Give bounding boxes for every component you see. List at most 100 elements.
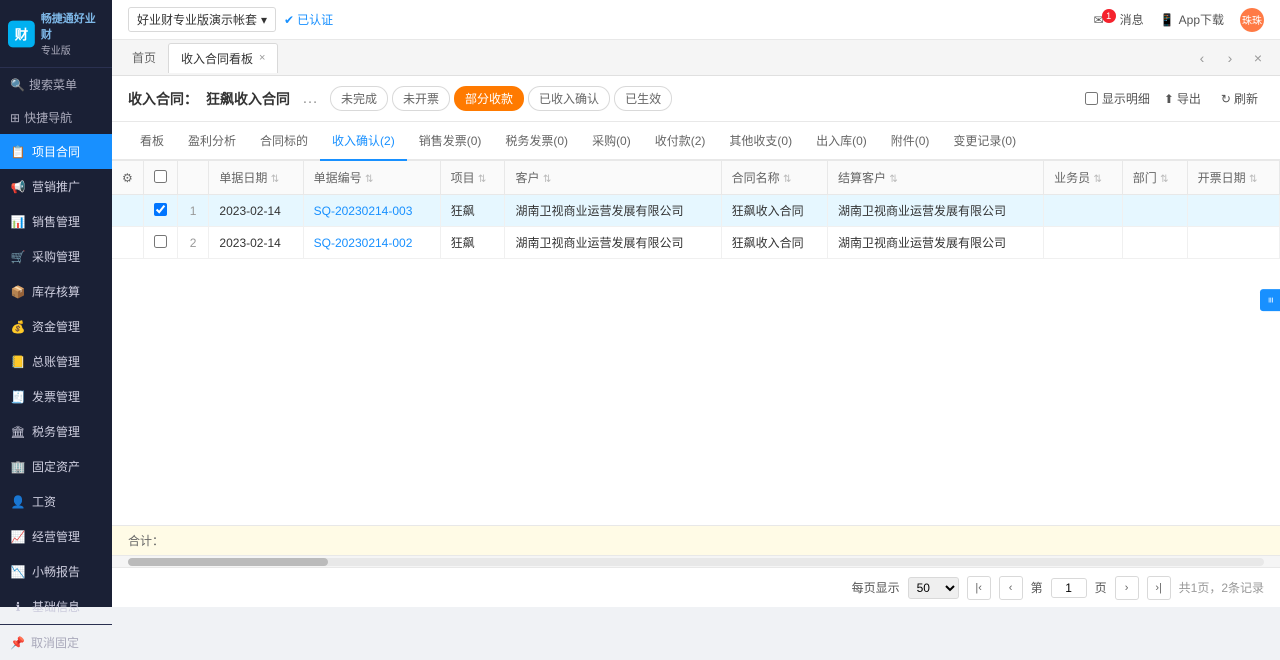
sidebar-item-purchase[interactable]: 🛒 采购管理	[0, 239, 112, 274]
notification-count: 1	[1102, 9, 1116, 23]
col-open-date[interactable]: 开票日期 ⇅	[1187, 161, 1279, 195]
message-action[interactable]: ✉ 1 消息	[1094, 11, 1144, 28]
chevron-down-icon: ▾	[261, 13, 267, 27]
row2-order-link[interactable]: SQ-20230214-002	[314, 236, 413, 250]
col-date[interactable]: 单据日期 ⇅	[209, 161, 303, 195]
show-detail-input[interactable]	[1085, 92, 1098, 105]
status-partial-received[interactable]: 部分收款	[454, 86, 524, 111]
page-number-input[interactable]	[1051, 578, 1087, 598]
col-project[interactable]: 项目 ⇅	[440, 161, 505, 195]
row1-dept	[1122, 195, 1187, 227]
row1-order-link[interactable]: SQ-20230214-003	[314, 204, 413, 218]
sub-tab-purchase[interactable]: 采购(0)	[580, 122, 643, 161]
col-dept[interactable]: 部门 ⇅	[1122, 161, 1187, 195]
page-header: 收入合同： 狂飙收入合同 … 未完成 未开票 部分收款 已收入确认 已生效	[112, 76, 1280, 122]
sub-tab-tax-invoice[interactable]: 税务发票(0)	[493, 122, 580, 161]
show-detail-checkbox[interactable]: 显示明细	[1085, 90, 1150, 107]
invoice-icon: 🧾	[10, 389, 26, 405]
topbar-left: 好业财专业版演示帐套 ▾ ✔ 已认证	[128, 7, 333, 32]
page-label-after: 页	[1095, 579, 1107, 596]
last-page-button[interactable]: ›|	[1147, 576, 1171, 600]
col-order-no[interactable]: 单据编号 ⇅	[303, 161, 440, 195]
sidebar-item-general[interactable]: 📒 总账管理	[0, 344, 112, 379]
right-side-panel-button[interactable]: ≡	[1260, 289, 1280, 311]
sidebar: 财 畅捷通好业财 专业版 🔍 搜索菜单 ⊞ 快捷导航 📋 项目合同 📢 营销推广…	[0, 0, 112, 607]
table-row[interactable]: 2 2023-02-14 SQ-20230214-002 狂飙 湖南卫视商业运营…	[112, 227, 1280, 259]
row2-customer: 湖南卫视商业运营发展有限公司	[505, 227, 721, 259]
sub-tab-payment[interactable]: 收付款(2)	[643, 122, 718, 161]
row2-check[interactable]	[154, 235, 167, 248]
sub-tab-attachment[interactable]: 附件(0)	[879, 122, 942, 161]
sidebar-item-inventory[interactable]: 📦 库存核算	[0, 274, 112, 309]
user-avatar[interactable]: 珠珠	[1240, 8, 1264, 32]
row2-num: 2	[177, 227, 209, 259]
status-effective[interactable]: 已生效	[614, 86, 672, 111]
sidebar-item-invoice[interactable]: 🧾 发票管理	[0, 379, 112, 414]
page-title-area: 收入合同： 狂飙收入合同 … 未完成 未开票 部分收款 已收入确认 已生效	[128, 86, 672, 111]
per-page-label: 每页显示	[852, 579, 900, 596]
sub-tab-outbound[interactable]: 出入库(0)	[804, 122, 879, 161]
sales-icon: 📊	[10, 214, 26, 230]
tab-home[interactable]: 首页	[124, 45, 164, 70]
total-info: 共1页，2条记录	[1179, 579, 1264, 596]
refresh-button[interactable]: ↻ 刷新	[1215, 87, 1264, 110]
row2-checkbox	[143, 227, 177, 259]
page-size-select[interactable]: 50 20 100 200	[908, 577, 959, 599]
table-row[interactable]: 1 2023-02-14 SQ-20230214-003 狂飙 湖南卫视商业运营…	[112, 195, 1280, 227]
sub-tab-change-log[interactable]: 变更记录(0)	[941, 122, 1028, 161]
horizontal-scrollbar[interactable]	[112, 555, 1280, 567]
sub-tab-contract-std[interactable]: 合同标的	[248, 122, 320, 161]
sidebar-item-ops[interactable]: 📈 经营管理	[0, 519, 112, 554]
row1-result-customer: 湖南卫视商业运营发展有限公司	[827, 195, 1043, 227]
col-settings[interactable]: ⚙	[112, 161, 143, 195]
sort-icon: ⇅	[1160, 174, 1168, 185]
table-footer: 合计：	[112, 525, 1280, 555]
sidebar-item-assets[interactable]: 🏢 固定资产	[0, 449, 112, 484]
sub-tab-board[interactable]: 看板	[128, 122, 176, 161]
sub-tab-profit[interactable]: 盈利分析	[176, 122, 248, 161]
status-not-invoiced[interactable]: 未开票	[392, 86, 450, 111]
col-contract-name[interactable]: 合同名称 ⇅	[721, 161, 827, 195]
tab-income-contract[interactable]: 收入合同看板 ×	[168, 43, 278, 73]
sidebar-item-fund[interactable]: 💰 资金管理	[0, 309, 112, 344]
prev-window-button[interactable]: ‹	[1192, 48, 1212, 68]
select-all-checkbox[interactable]	[154, 170, 167, 183]
page-header-row: 收入合同： 狂飙收入合同 … 未完成 未开票 部分收款 已收入确认 已生效	[128, 86, 1264, 111]
sidebar-item-marketing[interactable]: 📢 营销推广	[0, 169, 112, 204]
col-result-customer[interactable]: 结算客户 ⇅	[827, 161, 1043, 195]
row1-contract-name: 狂飙收入合同	[721, 195, 827, 227]
sub-tab-sales-invoice[interactable]: 销售发票(0)	[407, 122, 494, 161]
marketing-icon: 📢	[10, 179, 26, 195]
first-page-button[interactable]: |‹	[967, 576, 991, 600]
sidebar-item-hr[interactable]: 👤 工资	[0, 484, 112, 519]
next-page-button[interactable]: ›	[1115, 576, 1139, 600]
cancel-pin-button[interactable]: 📌 取消固定	[0, 625, 112, 660]
sidebar-item-project[interactable]: 📋 项目合同	[0, 134, 112, 169]
sidebar-item-sales[interactable]: 📊 销售管理	[0, 204, 112, 239]
topbar: 好业财专业版演示帐套 ▾ ✔ 已认证 ✉ 1 消息 📱 App下载 珠珠	[112, 0, 1280, 40]
row1-settings	[112, 195, 143, 227]
quick-nav[interactable]: ⊞ 快捷导航	[0, 101, 112, 134]
col-customer[interactable]: 客户 ⇅	[505, 161, 721, 195]
tab-close-button[interactable]: ×	[259, 52, 265, 64]
col-staff[interactable]: 业务员 ⇅	[1044, 161, 1123, 195]
data-table-container: ⚙ 单据日期 ⇅ 单据编号 ⇅ 项目 ⇅	[112, 161, 1280, 525]
inventory-icon: 📦	[10, 284, 26, 300]
app-download-action[interactable]: 📱 App下载	[1160, 11, 1224, 28]
sidebar-item-report[interactable]: 📉 小畅报告	[0, 554, 112, 589]
sub-tab-other-income[interactable]: 其他收支(0)	[717, 122, 804, 161]
scrollbar-thumb[interactable]	[128, 558, 328, 566]
row1-order-no: SQ-20230214-003	[303, 195, 440, 227]
export-button[interactable]: ⬆ 导出	[1158, 87, 1207, 110]
prev-page-button[interactable]: ‹	[999, 576, 1023, 600]
status-not-complete[interactable]: 未完成	[330, 86, 388, 111]
status-confirmed[interactable]: 已收入确认	[528, 86, 610, 111]
company-selector[interactable]: 好业财专业版演示帐套 ▾	[128, 7, 276, 32]
next-window-button[interactable]: ›	[1220, 48, 1240, 68]
search-menu[interactable]: 🔍 搜索菜单	[0, 68, 112, 101]
row1-check[interactable]	[154, 203, 167, 216]
sidebar-item-tax[interactable]: 🏛 税务管理	[0, 414, 112, 449]
more-button[interactable]: …	[302, 90, 318, 108]
close-window-button[interactable]: ×	[1248, 48, 1268, 68]
sub-tab-income-confirm[interactable]: 收入确认(2)	[320, 122, 407, 161]
